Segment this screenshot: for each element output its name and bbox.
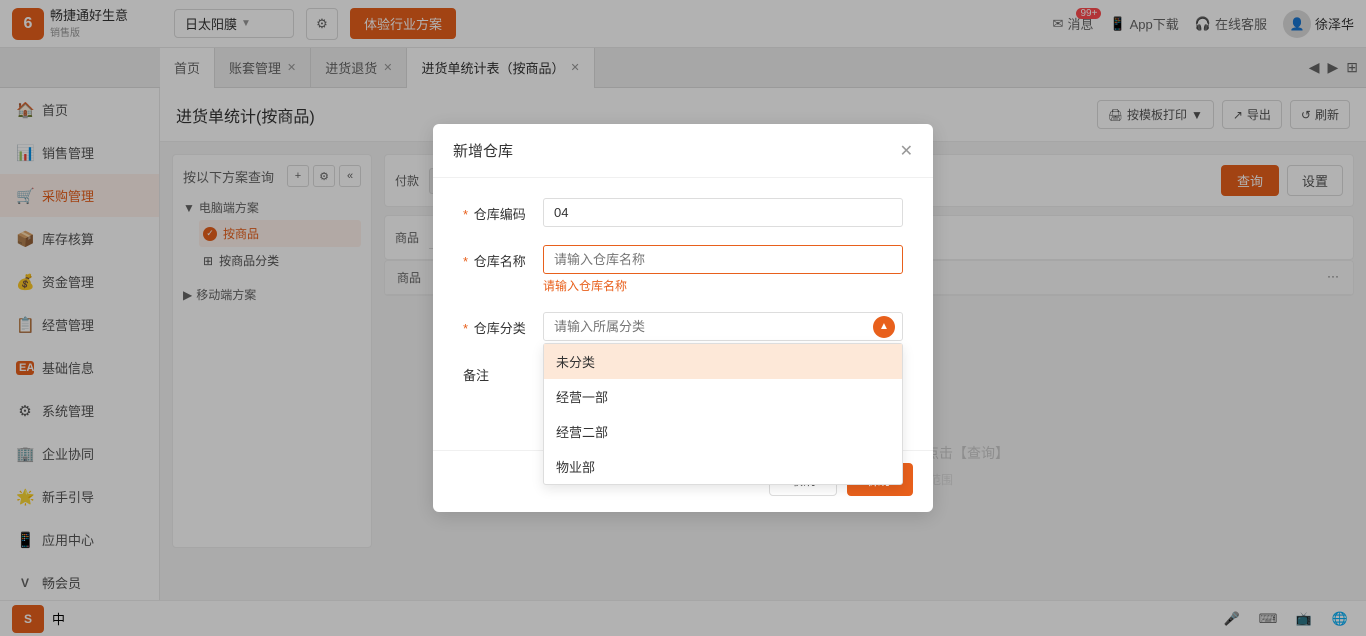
modal-body: * 仓库编码 * 仓库名称 请输入仓库名称 [433,178,933,450]
name-input[interactable] [543,245,903,274]
option-dept1[interactable]: 经营一部 [544,379,902,414]
modal-header: 新增仓库 ✕ [433,124,933,178]
category-dropdown-arrow[interactable]: ▲ [873,316,895,338]
option-property[interactable]: 物业部 [544,449,902,484]
option-dept2[interactable]: 经营二部 [544,414,902,449]
name-input-wrap: 请输入仓库名称 [543,245,903,294]
name-field-row: * 仓库名称 请输入仓库名称 [463,245,903,294]
category-input-wrap: ▲ 未分类 经营一部 经营二部 物业部 [543,312,903,341]
modal-close-button[interactable]: ✕ [900,141,913,161]
category-dropdown-list: 未分类 经营一部 经营二部 物业部 [543,343,903,485]
notes-label: 备注 [463,359,543,384]
category-input[interactable] [543,312,903,341]
name-label: * 仓库名称 [463,245,543,270]
code-field-row: * 仓库编码 [463,198,903,227]
category-field-row: * 仓库分类 ▲ 未分类 经营一部 经营二部 物业部 [463,312,903,341]
option-uncategorized[interactable]: 未分类 [544,344,902,379]
code-input[interactable] [543,198,903,227]
chevron-up-icon: ▲ [879,321,889,332]
code-label: * 仓库编码 [463,198,543,223]
category-label: * 仓库分类 [463,312,543,337]
name-error-msg: 请输入仓库名称 [543,277,903,294]
modal-title: 新增仓库 [453,140,513,161]
code-input-wrap [543,198,903,227]
add-warehouse-modal: 新增仓库 ✕ * 仓库编码 * 仓库名称 [433,124,933,512]
modal-overlay: 新增仓库 ✕ * 仓库编码 * 仓库名称 [0,0,1366,636]
